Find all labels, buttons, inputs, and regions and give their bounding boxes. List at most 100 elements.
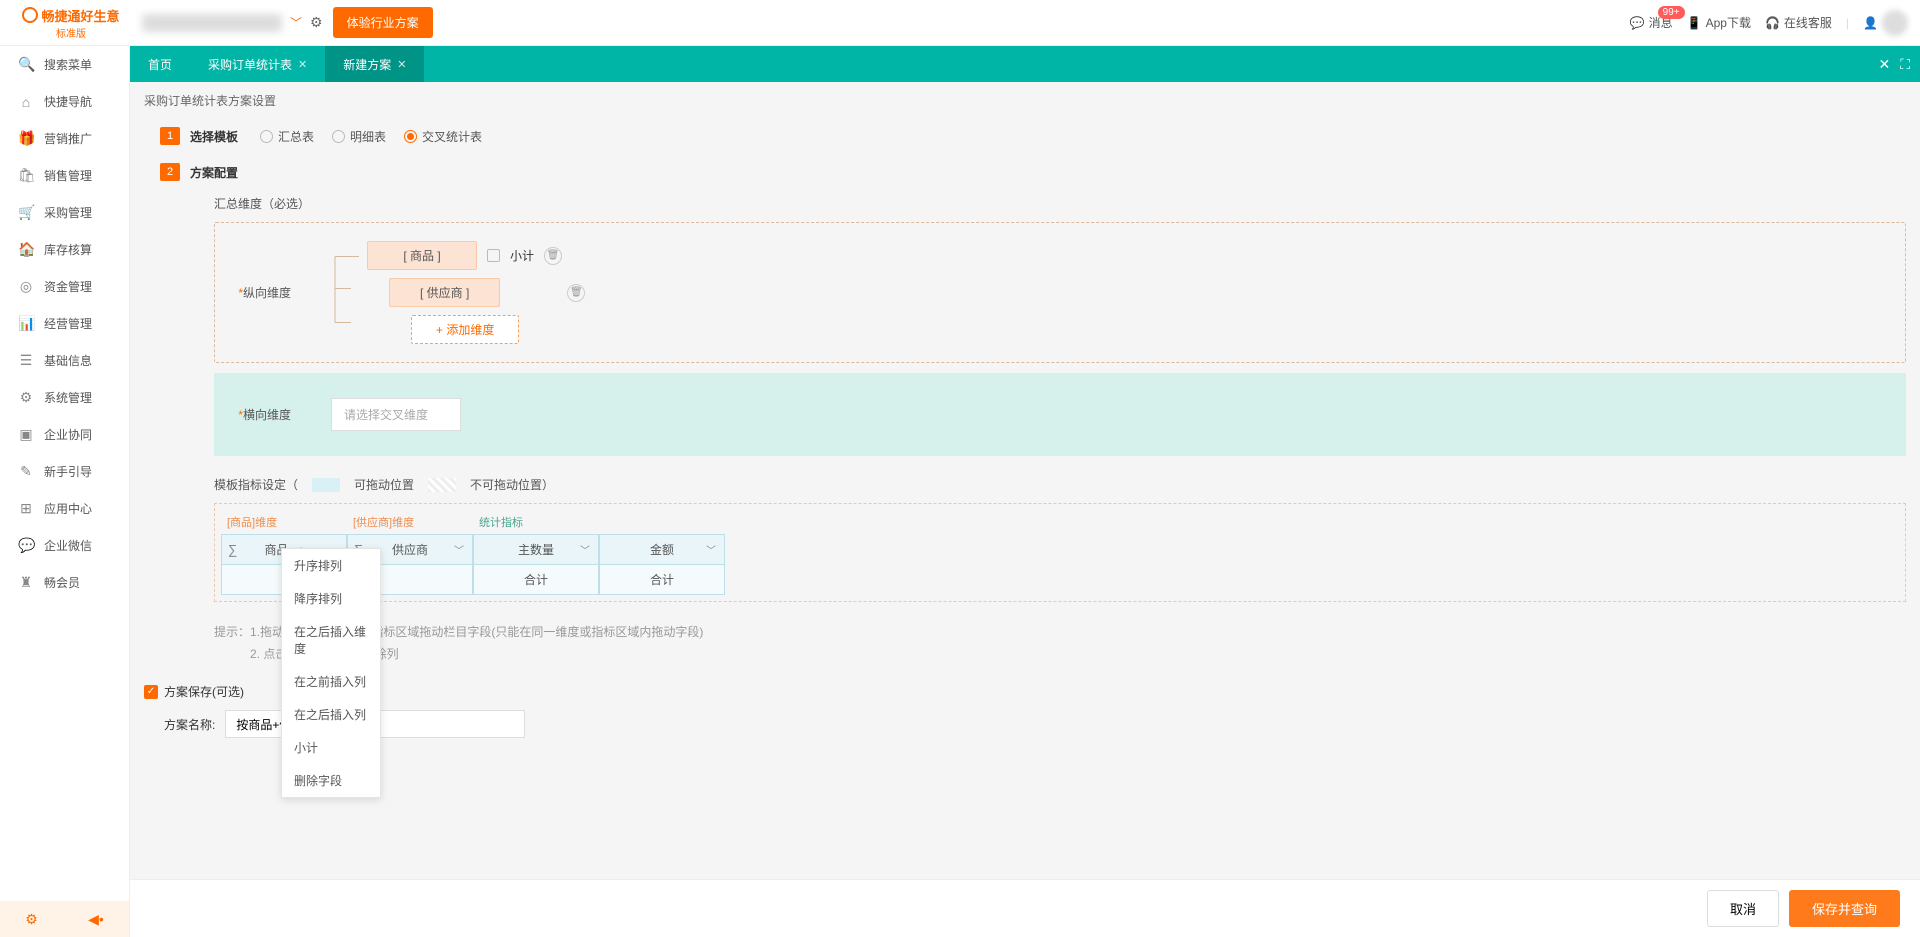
app-download-label: App下载: [1706, 14, 1751, 31]
col-header-mainqty[interactable]: 主数量 ﹀: [473, 534, 599, 565]
template-radio[interactable]: 交叉统计表: [404, 128, 482, 145]
sidebar-item[interactable]: 📊经营管理: [0, 305, 129, 342]
dropdown-item[interactable]: 升序排列: [282, 549, 380, 582]
nav-label: 搜索菜单: [44, 56, 92, 73]
nav-icon: 📊: [18, 315, 34, 332]
cancel-button[interactable]: 取消: [1707, 890, 1779, 927]
nav-icon: ▣: [18, 426, 34, 443]
tab-label: 首页: [148, 56, 172, 73]
content-scroll: 采购订单统计表方案设置 1 选择模板 汇总表明细表交叉统计表 2 方案配置: [130, 82, 1920, 937]
dropdown-item[interactable]: 小计: [282, 731, 380, 764]
group-label-stat: 统计指标: [473, 510, 529, 534]
nav-label: 应用中心: [44, 500, 92, 517]
tab-close-icon[interactable]: ✕: [298, 58, 307, 71]
nav-icon: ♜: [18, 574, 34, 591]
legend-drag-label: 可拖动位置: [354, 476, 414, 493]
nav-icon: 🔍: [18, 56, 34, 73]
save-scheme-checkbox[interactable]: ✓: [144, 685, 158, 699]
sidebar-item[interactable]: 🏠库存核算: [0, 231, 129, 268]
template-radio[interactable]: 汇总表: [260, 128, 314, 145]
dropdown-item[interactable]: 在之后插入维度: [282, 615, 380, 665]
collapse-icon[interactable]: ◀•: [88, 911, 104, 928]
app-download-link[interactable]: 📱 App下载: [1687, 14, 1751, 31]
legend-text: 模板指标设定（: [214, 476, 298, 493]
tree-connector-icon: [331, 241, 367, 344]
subtotal-checkbox[interactable]: [487, 249, 500, 262]
sidebar-item[interactable]: ⊞应用中心: [0, 490, 129, 527]
user-icon: 👤: [1863, 16, 1878, 30]
sidebar-item[interactable]: ♜ 畅会员: [0, 564, 129, 601]
delete-supplier-dim-icon[interactable]: 🗑: [567, 284, 585, 302]
step-2-title: 方案配置: [190, 164, 238, 181]
fullscreen-icon[interactable]: ⛶: [1900, 56, 1910, 73]
try-industry-button[interactable]: 体验行业方案: [333, 7, 433, 38]
dropdown-item[interactable]: 降序排列: [282, 582, 380, 615]
dim-tag-supplier[interactable]: [ 供应商 ]: [389, 278, 500, 307]
delete-product-dim-icon[interactable]: 🗑: [544, 247, 562, 265]
sidebar-item[interactable]: 🔍 搜索菜单: [0, 46, 129, 83]
nav-label: 资金管理: [44, 278, 92, 295]
tab-bar: 首页 采购订单统计表✕新建方案✕ ✕ ⛶: [130, 46, 1920, 82]
summary-dim-label: 汇总维度（必选）: [214, 195, 1906, 212]
user-avatar[interactable]: 👤: [1863, 10, 1908, 36]
nav-label: 企业微信: [44, 537, 92, 554]
dropdown-item[interactable]: 在之前插入列: [282, 665, 380, 698]
nav-icon: ☰: [18, 352, 34, 369]
drag-swatch: [312, 478, 340, 492]
sidebar-item[interactable]: 🎁营销推广: [0, 120, 129, 157]
dropdown-item[interactable]: 删除字段: [282, 764, 380, 797]
add-dimension-button[interactable]: + 添加维度: [411, 315, 519, 344]
radio-icon: [404, 130, 417, 143]
nav-label: 采购管理: [44, 204, 92, 221]
sidebar-item[interactable]: ☰ 基础信息: [0, 342, 129, 379]
online-service-link[interactable]: 🎧 在线客服: [1765, 14, 1832, 31]
save-and-query-button[interactable]: 保存并查询: [1789, 890, 1900, 927]
tip-2: 2. 点击标题 插入列和删除列: [250, 644, 1906, 666]
sidebar-item[interactable]: 💬企业微信: [0, 527, 129, 564]
group-label-product: [商品]维度: [221, 510, 347, 534]
divider: |: [1846, 16, 1849, 30]
radio-label: 汇总表: [278, 128, 314, 145]
close-all-icon[interactable]: ✕: [1878, 56, 1890, 73]
nav-icon: 🏠: [18, 241, 34, 258]
sidebar-item[interactable]: ◎资金管理: [0, 268, 129, 305]
template-radio[interactable]: 明细表: [332, 128, 386, 145]
legend-nodrag-label: 不可拖动位置）: [470, 476, 554, 493]
tab[interactable]: 首页: [130, 46, 190, 82]
sidebar-item[interactable]: 🛒 采购管理: [0, 194, 129, 231]
settings-icon[interactable]: ⚙: [25, 911, 38, 928]
column-dropdown-menu: 升序排列降序排列在之后插入维度在之前插入列在之后插入列小计删除字段: [281, 548, 381, 798]
gear-icon[interactable]: ⚙: [310, 14, 323, 31]
org-selector[interactable]: ﹀ ⚙: [142, 14, 323, 32]
col-header-amount[interactable]: 金额 ﹀: [599, 534, 725, 565]
step-2-number: 2: [160, 163, 180, 181]
radio-icon: [332, 130, 345, 143]
sidebar-item[interactable]: 🛍销售管理: [0, 157, 129, 194]
chevron-down-icon: ﹀: [706, 542, 716, 557]
nav-icon: ⚙: [18, 389, 34, 406]
phone-icon: 📱: [1687, 16, 1702, 30]
cross-dim-selector[interactable]: 请选择交叉维度: [331, 398, 461, 431]
template-legend: 模板指标设定（ 可拖动位置 不可拖动位置）: [214, 476, 1906, 493]
step-1: 1 选择模板 汇总表明细表交叉统计表: [160, 127, 1906, 145]
step-1-number: 1: [160, 127, 180, 145]
col-supplier-label: 供应商: [392, 541, 428, 558]
vertical-dim-box: *纵向维度: [214, 222, 1906, 363]
tab[interactable]: 采购订单统计表✕: [190, 46, 325, 82]
messages-link[interactable]: 💬 消息 99+: [1630, 14, 1673, 31]
sidebar-item[interactable]: ⌂快捷导航: [0, 83, 129, 120]
nav-label: 畅会员: [44, 574, 80, 591]
sidebar-item[interactable]: ✎新手引导: [0, 453, 129, 490]
dropdown-item[interactable]: 在之后插入列: [282, 698, 380, 731]
nav-label: 基础信息: [44, 352, 92, 369]
tab[interactable]: 新建方案✕: [325, 46, 424, 82]
template-radio-group: 汇总表 明细表 交叉统计表: [260, 128, 482, 145]
subtotal-label: 小计: [510, 247, 534, 264]
sidebar-item[interactable]: ▣企业协同: [0, 416, 129, 453]
nav-icon: 🎁: [18, 130, 34, 147]
sidebar-item[interactable]: ⚙系统管理: [0, 379, 129, 416]
tab-close-icon[interactable]: ✕: [397, 58, 406, 71]
tips-block: 提示：1.拖动标题 可跨维度或指标区域拖动栏目字段(只能在同一维度或指标区域内拖…: [214, 622, 1906, 665]
dim-tag-product[interactable]: [ 商品 ]: [367, 241, 477, 270]
nav-icon: 🛒: [18, 204, 34, 221]
